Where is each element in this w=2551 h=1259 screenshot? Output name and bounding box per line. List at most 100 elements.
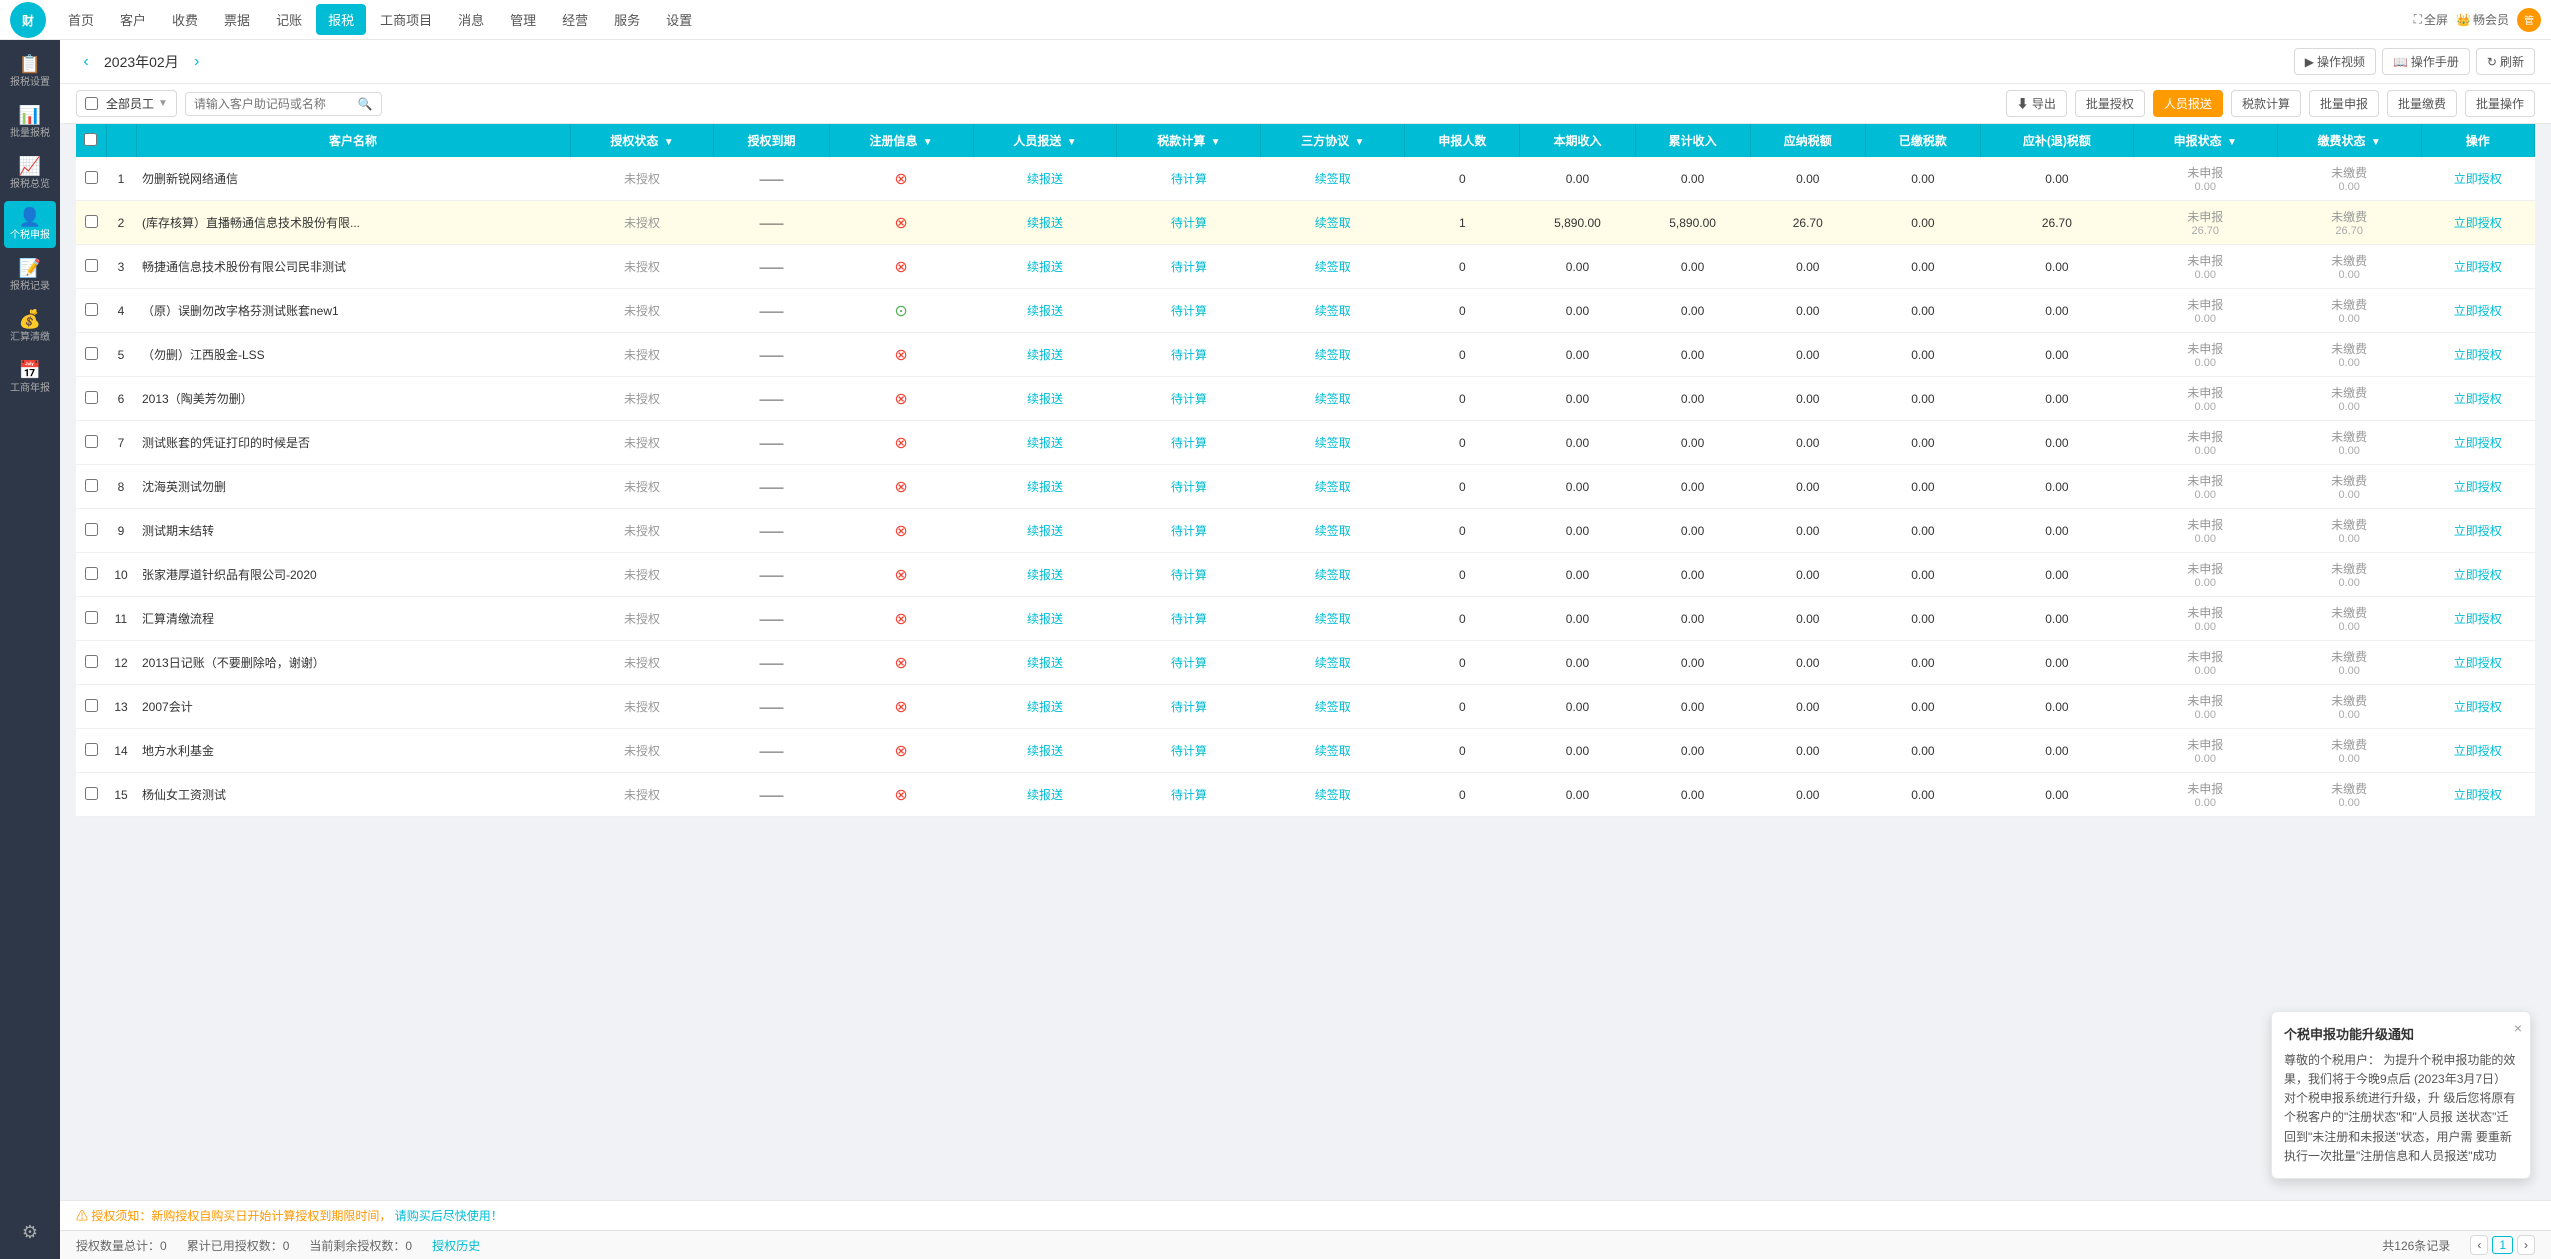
tax-calc-link[interactable]: 待计算 (1171, 480, 1207, 494)
tax-calc-link[interactable]: 待计算 (1171, 744, 1207, 758)
tri-party-link[interactable]: 续签取 (1315, 436, 1351, 450)
employee-filter[interactable]: 全部员工 ▼ (76, 90, 177, 117)
toolbar-btn-批量申报[interactable]: 批量申报 (2309, 90, 2379, 117)
th-tri-party[interactable]: 三方协议 ▼ (1261, 124, 1405, 157)
immediate-auth-btn[interactable]: 立即授权 (2454, 656, 2502, 670)
nav-item-收费[interactable]: 收费 (160, 4, 210, 35)
select-all-checkbox[interactable] (84, 133, 97, 146)
immediate-auth-btn[interactable]: 立即授权 (2454, 788, 2502, 802)
immediate-auth-btn[interactable]: 立即授权 (2454, 348, 2502, 362)
notif-close-btn[interactable]: × (2514, 1020, 2522, 1036)
immediate-auth-btn[interactable]: 立即授权 (2454, 436, 2502, 450)
staff-submit-link[interactable]: 续报送 (1027, 744, 1063, 758)
tri-party-link[interactable]: 续签取 (1315, 656, 1351, 670)
staff-submit-link[interactable]: 续报送 (1027, 480, 1063, 494)
nav-item-首页[interactable]: 首页 (56, 4, 106, 35)
row-checkbox[interactable] (85, 435, 98, 448)
nav-item-经营[interactable]: 经营 (550, 4, 600, 35)
tri-party-link[interactable]: 续签取 (1315, 788, 1351, 802)
row-checkbox[interactable] (85, 171, 98, 184)
row-checkbox[interactable] (85, 567, 98, 580)
tax-calc-link[interactable]: 待计算 (1171, 260, 1207, 274)
staff-submit-link[interactable]: 续报送 (1027, 260, 1063, 274)
toolbar-btn-批量操作[interactable]: 批量操作 (2465, 90, 2535, 117)
th-reg-info[interactable]: 注册信息 ▼ (829, 124, 973, 157)
tax-calc-link[interactable]: 待计算 (1171, 348, 1207, 362)
sidebar-item-个税申报[interactable]: 👤个税申报 (4, 201, 56, 248)
nav-item-报税[interactable]: 报税 (316, 4, 366, 35)
immediate-auth-btn[interactable]: 立即授权 (2454, 480, 2502, 494)
nav-item-工商项目[interactable]: 工商项目 (368, 4, 444, 35)
sidebar-item-工商年报[interactable]: 📅工商年报 (4, 354, 56, 401)
staff-submit-link[interactable]: 续报送 (1027, 348, 1063, 362)
tri-party-link[interactable]: 续签取 (1315, 612, 1351, 626)
warning-link[interactable]: 请购买后尽快使用！ (395, 1209, 503, 1223)
tax-calc-link[interactable]: 待计算 (1171, 216, 1207, 230)
tri-party-link[interactable]: 续签取 (1315, 348, 1351, 362)
tax-calc-link[interactable]: 待计算 (1171, 304, 1207, 318)
tri-party-link[interactable]: 续签取 (1315, 260, 1351, 274)
sidebar-item-报税记录[interactable]: 📝报税记录 (4, 252, 56, 299)
row-checkbox[interactable] (85, 699, 98, 712)
row-checkbox[interactable] (85, 391, 98, 404)
tax-calc-link[interactable]: 待计算 (1171, 656, 1207, 670)
immediate-auth-btn[interactable]: 立即授权 (2454, 392, 2502, 406)
staff-submit-link[interactable]: 续报送 (1027, 612, 1063, 626)
tri-party-link[interactable]: 续签取 (1315, 216, 1351, 230)
row-checkbox[interactable] (85, 347, 98, 360)
tax-calc-link[interactable]: 待计算 (1171, 524, 1207, 538)
immediate-auth-btn[interactable]: 立即授权 (2454, 524, 2502, 538)
tri-party-link[interactable]: 续签取 (1315, 524, 1351, 538)
staff-submit-link[interactable]: 续报送 (1027, 172, 1063, 186)
tax-calc-link[interactable]: 待计算 (1171, 172, 1207, 186)
immediate-auth-btn[interactable]: 立即授权 (2454, 568, 2502, 582)
staff-submit-link[interactable]: 续报送 (1027, 436, 1063, 450)
search-input[interactable] (194, 97, 354, 111)
tri-party-link[interactable]: 续签取 (1315, 392, 1351, 406)
tax-calc-link[interactable]: 待计算 (1171, 788, 1207, 802)
staff-submit-link[interactable]: 续报送 (1027, 524, 1063, 538)
search-icon[interactable]: 🔍 (358, 97, 373, 111)
sidebar-item-报税设置[interactable]: 📋报税设置 (4, 48, 56, 95)
history-link[interactable]: 授权历史 (432, 1237, 480, 1254)
next-page-btn[interactable]: › (2517, 1235, 2535, 1255)
next-month-btn[interactable]: › (187, 52, 207, 72)
th-tax-calc[interactable]: 税款计算 ▼ (1117, 124, 1261, 157)
immediate-auth-btn[interactable]: 立即授权 (2454, 260, 2502, 274)
tri-party-link[interactable]: 续签取 (1315, 568, 1351, 582)
tri-party-link[interactable]: 续签取 (1315, 172, 1351, 186)
staff-submit-link[interactable]: 续报送 (1027, 392, 1063, 406)
tri-party-link[interactable]: 续签取 (1315, 700, 1351, 714)
immediate-auth-btn[interactable]: 立即授权 (2454, 304, 2502, 318)
row-checkbox[interactable] (85, 479, 98, 492)
th-staff-submit[interactable]: 人员报送 ▼ (973, 124, 1117, 157)
sidebar-bottom-item[interactable]: ⚙ (4, 1216, 56, 1251)
row-checkbox[interactable] (85, 523, 98, 536)
nav-item-消息[interactable]: 消息 (446, 4, 496, 35)
staff-submit-link[interactable]: 续报送 (1027, 304, 1063, 318)
member-btn[interactable]: 👑 畅会员 (2456, 11, 2509, 28)
sidebar-item-汇算清缴[interactable]: 💰汇算清缴 (4, 303, 56, 350)
staff-submit-link[interactable]: 续报送 (1027, 568, 1063, 582)
filter-checkbox[interactable] (85, 97, 98, 110)
row-checkbox[interactable] (85, 611, 98, 624)
avatar[interactable]: 管 (2517, 8, 2541, 32)
nav-item-票据[interactable]: 票据 (212, 4, 262, 35)
tax-calc-link[interactable]: 待计算 (1171, 568, 1207, 582)
th-declare-status[interactable]: 申报状态 ▼ (2133, 124, 2277, 157)
immediate-auth-btn[interactable]: 立即授权 (2454, 744, 2502, 758)
header-action-操作手册[interactable]: 📖 操作手册 (2382, 48, 2470, 75)
th-fee-status[interactable]: 缴费状态 ▼ (2277, 124, 2421, 157)
immediate-auth-btn[interactable]: 立即授权 (2454, 216, 2502, 230)
fullscreen-btn[interactable]: ⛶ 全屏 (2414, 11, 2448, 28)
immediate-auth-btn[interactable]: 立即授权 (2454, 172, 2502, 186)
tri-party-link[interactable]: 续签取 (1315, 480, 1351, 494)
prev-page-btn[interactable]: ‹ (2470, 1235, 2488, 1255)
toolbar-btn-人员报送[interactable]: 人员报送 (2153, 90, 2223, 117)
staff-submit-link[interactable]: 续报送 (1027, 656, 1063, 670)
row-checkbox[interactable] (85, 259, 98, 272)
nav-item-客户[interactable]: 客户 (108, 4, 158, 35)
row-checkbox[interactable] (85, 787, 98, 800)
row-checkbox[interactable] (85, 303, 98, 316)
nav-item-设置[interactable]: 设置 (654, 4, 704, 35)
